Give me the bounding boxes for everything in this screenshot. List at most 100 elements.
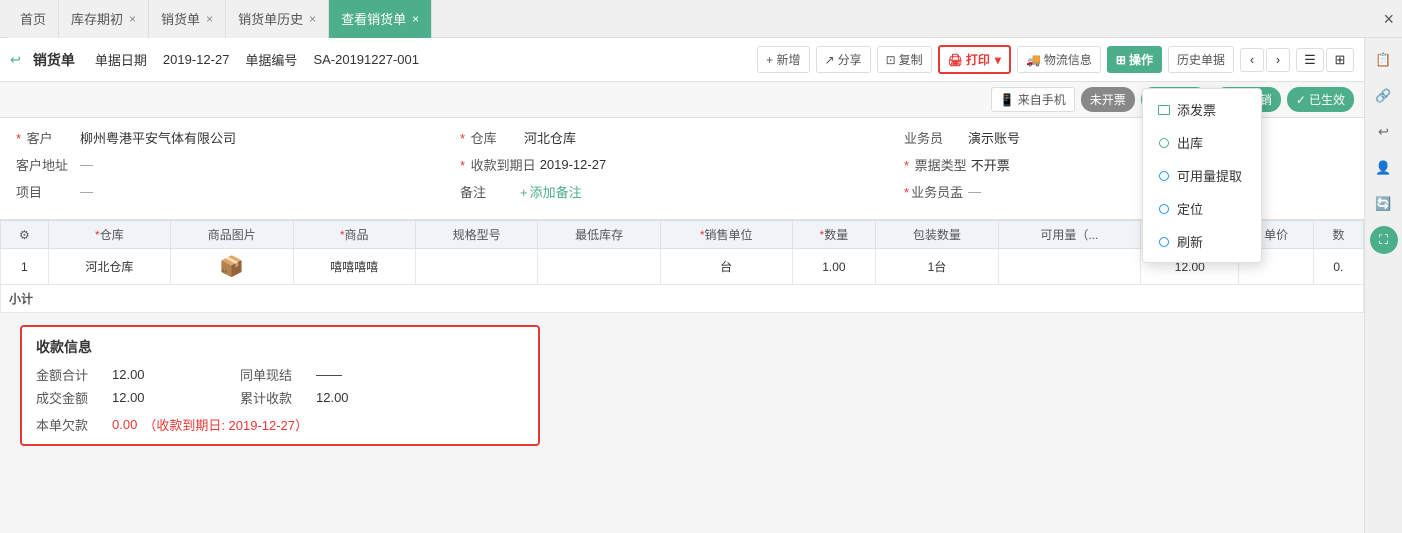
- col-warehouse: *仓库: [48, 221, 170, 249]
- tab-close-sales[interactable]: ×: [206, 12, 213, 26]
- tab-sales-history[interactable]: 销货单历史 ×: [226, 0, 329, 38]
- logistics-button[interactable]: 🚚 物流信息: [1017, 46, 1101, 73]
- sidebar-icon-doc[interactable]: 📋: [1370, 46, 1398, 74]
- sidebar-icon-link[interactable]: 🔗: [1370, 82, 1398, 110]
- date-value: 2019-12-27: [163, 52, 230, 67]
- phone-icon: 📱: [1000, 93, 1015, 107]
- warehouse-value: 河北仓库: [524, 128, 576, 147]
- tab-close-history[interactable]: ×: [309, 12, 316, 26]
- col-spec: 规格型号: [415, 221, 537, 249]
- number-label: 单据编号: [245, 50, 297, 69]
- operate-button[interactable]: ⊞ 操作: [1107, 46, 1162, 73]
- dropdown-locate[interactable]: 定位: [1143, 192, 1261, 225]
- balance-row: 本单欠款 0.00 （收款到期日: 2019-12-27）: [36, 415, 460, 434]
- share-icon: ↗: [825, 53, 835, 67]
- same-order-label: 同单现结: [240, 365, 310, 384]
- col-gear: ⚙: [1, 221, 49, 249]
- row-other: 0.: [1313, 249, 1363, 285]
- deal-row: 成交金额 12.00: [36, 388, 236, 407]
- next-button[interactable]: ›: [1266, 48, 1290, 72]
- ticket-value: 不开票: [971, 155, 1010, 174]
- bottom-section: 收款信息 金额合计 12.00 同单现结 —— 成交金额 12.00: [0, 313, 1364, 458]
- warehouse-field: 仓库 河北仓库: [460, 128, 904, 147]
- tab-home[interactable]: 首页: [8, 0, 59, 38]
- row-warehouse: 河北仓库: [48, 249, 170, 285]
- cumulative-value: 12.00: [316, 390, 349, 405]
- nav-arrows: ‹ ›: [1240, 48, 1290, 72]
- sidebar-icon-refresh[interactable]: 🔄: [1370, 190, 1398, 218]
- doc-icon: ↩: [10, 52, 21, 68]
- sidebar-icon-expand[interactable]: ⛶: [1370, 226, 1398, 254]
- date-label: 单据日期: [95, 50, 147, 69]
- effect-button[interactable]: ✓ 已生效: [1287, 87, 1354, 112]
- dropdown-refresh[interactable]: 刷新: [1143, 225, 1261, 258]
- tab-sales-order[interactable]: 销货单 ×: [149, 0, 226, 38]
- warehouse-label: 仓库: [460, 128, 520, 147]
- new-button[interactable]: + 新增: [757, 46, 809, 73]
- tab-view-sales[interactable]: 查看销货单 ×: [329, 0, 432, 38]
- sidebar-icon-return[interactable]: ↩: [1370, 118, 1398, 146]
- dropdown-add-invoice[interactable]: 添发票: [1143, 93, 1261, 126]
- customer-field: 客户 柳州粤港平安气体有限公司: [16, 128, 460, 147]
- col-other: 数: [1313, 221, 1363, 249]
- dropdown-outbound[interactable]: 出库: [1143, 126, 1261, 159]
- col-pkg: 包装数量: [876, 221, 998, 249]
- same-order-value: ——: [316, 367, 342, 382]
- add-note-button[interactable]: 添加备注: [520, 182, 582, 201]
- same-order-row: 同单现结 ——: [240, 365, 460, 384]
- deal-value: 12.00: [112, 390, 145, 405]
- locate-icon: [1157, 202, 1171, 216]
- tab-close-view[interactable]: ×: [412, 12, 419, 26]
- available-qty-icon: [1157, 169, 1171, 183]
- check-icon3: ✓: [1296, 93, 1306, 107]
- payment-info-rows: 金额合计 12.00 同单现结 —— 成交金额 12.00 累计收款 12.00: [36, 365, 524, 434]
- toolbar: ↩ 销货单 单据日期 2019-12-27 单据编号 SA-20191227-0…: [0, 38, 1364, 82]
- add-invoice-icon: [1157, 103, 1171, 117]
- row-min-stock: [538, 249, 660, 285]
- view-toggle: ☰ ⊞: [1296, 48, 1354, 72]
- ticket-field: 票据类型 不开票: [904, 155, 1348, 174]
- number-value: SA-20191227-001: [313, 52, 419, 67]
- due-date-value: 2019-12-27: [540, 157, 607, 172]
- outbound-icon: [1157, 136, 1171, 150]
- payment-info-box: 收款信息 金额合计 12.00 同单现结 —— 成交金额 12.00: [20, 325, 540, 446]
- share-button[interactable]: ↗ 分享: [816, 46, 871, 73]
- payment-info-title: 收款信息: [36, 337, 524, 357]
- window-close-button[interactable]: ×: [1383, 0, 1394, 38]
- amount-label: 金额合计: [36, 365, 106, 384]
- customer-value: 柳州粤港平安气体有限公司: [80, 128, 236, 147]
- dropdown-available-qty[interactable]: 可用量提取: [1143, 159, 1261, 192]
- row-image: 📦: [171, 249, 293, 285]
- col-available: 可用量（...: [998, 221, 1140, 249]
- address-value: —: [80, 157, 93, 172]
- prev-button[interactable]: ‹: [1240, 48, 1264, 72]
- tab-close-inventory[interactable]: ×: [129, 12, 136, 26]
- salesperson-label: 业务员盂: [904, 182, 964, 201]
- grid-icon: ⊞: [1116, 53, 1126, 67]
- ticket-label: 票据类型: [904, 155, 967, 174]
- refresh-icon: [1157, 235, 1171, 249]
- col-qty: *数量: [792, 221, 876, 249]
- print-button[interactable]: 🖨 打印 ▾: [938, 45, 1011, 74]
- note-field: 备注 添加备注: [460, 182, 904, 201]
- amount-row: 金额合计 12.00: [36, 365, 236, 384]
- note-label: 备注: [460, 182, 520, 201]
- list-view-button[interactable]: ☰: [1296, 48, 1324, 72]
- sidebar-icon-user[interactable]: 👤: [1370, 154, 1398, 182]
- tab-inventory-init[interactable]: 库存期初 ×: [59, 0, 149, 38]
- doc-type-label: 销货单: [33, 50, 75, 70]
- subtotal-label: 小计: [1, 285, 1364, 313]
- balance-note: （收款到期日: 2019-12-27）: [143, 415, 308, 434]
- print-dropdown-arrow[interactable]: ▾: [995, 53, 1001, 67]
- print-icon: 🖨: [948, 53, 963, 67]
- from-phone-button[interactable]: 📱 来自手机: [991, 87, 1075, 112]
- grid-view-button[interactable]: ⊞: [1326, 48, 1354, 72]
- history-button[interactable]: 历史单据: [1168, 46, 1234, 73]
- deal-label: 成交金额: [36, 388, 106, 407]
- unchecked-button[interactable]: 未开票: [1081, 87, 1135, 112]
- col-min-stock: 最低库存: [538, 221, 660, 249]
- copy-button[interactable]: ⊡ 复制: [877, 46, 932, 73]
- col-image: 商品图片: [171, 221, 293, 249]
- project-label: 项目: [16, 182, 76, 201]
- operate-dropdown: 添发票 出库 可用量提取 定位 刷新: [1142, 88, 1262, 263]
